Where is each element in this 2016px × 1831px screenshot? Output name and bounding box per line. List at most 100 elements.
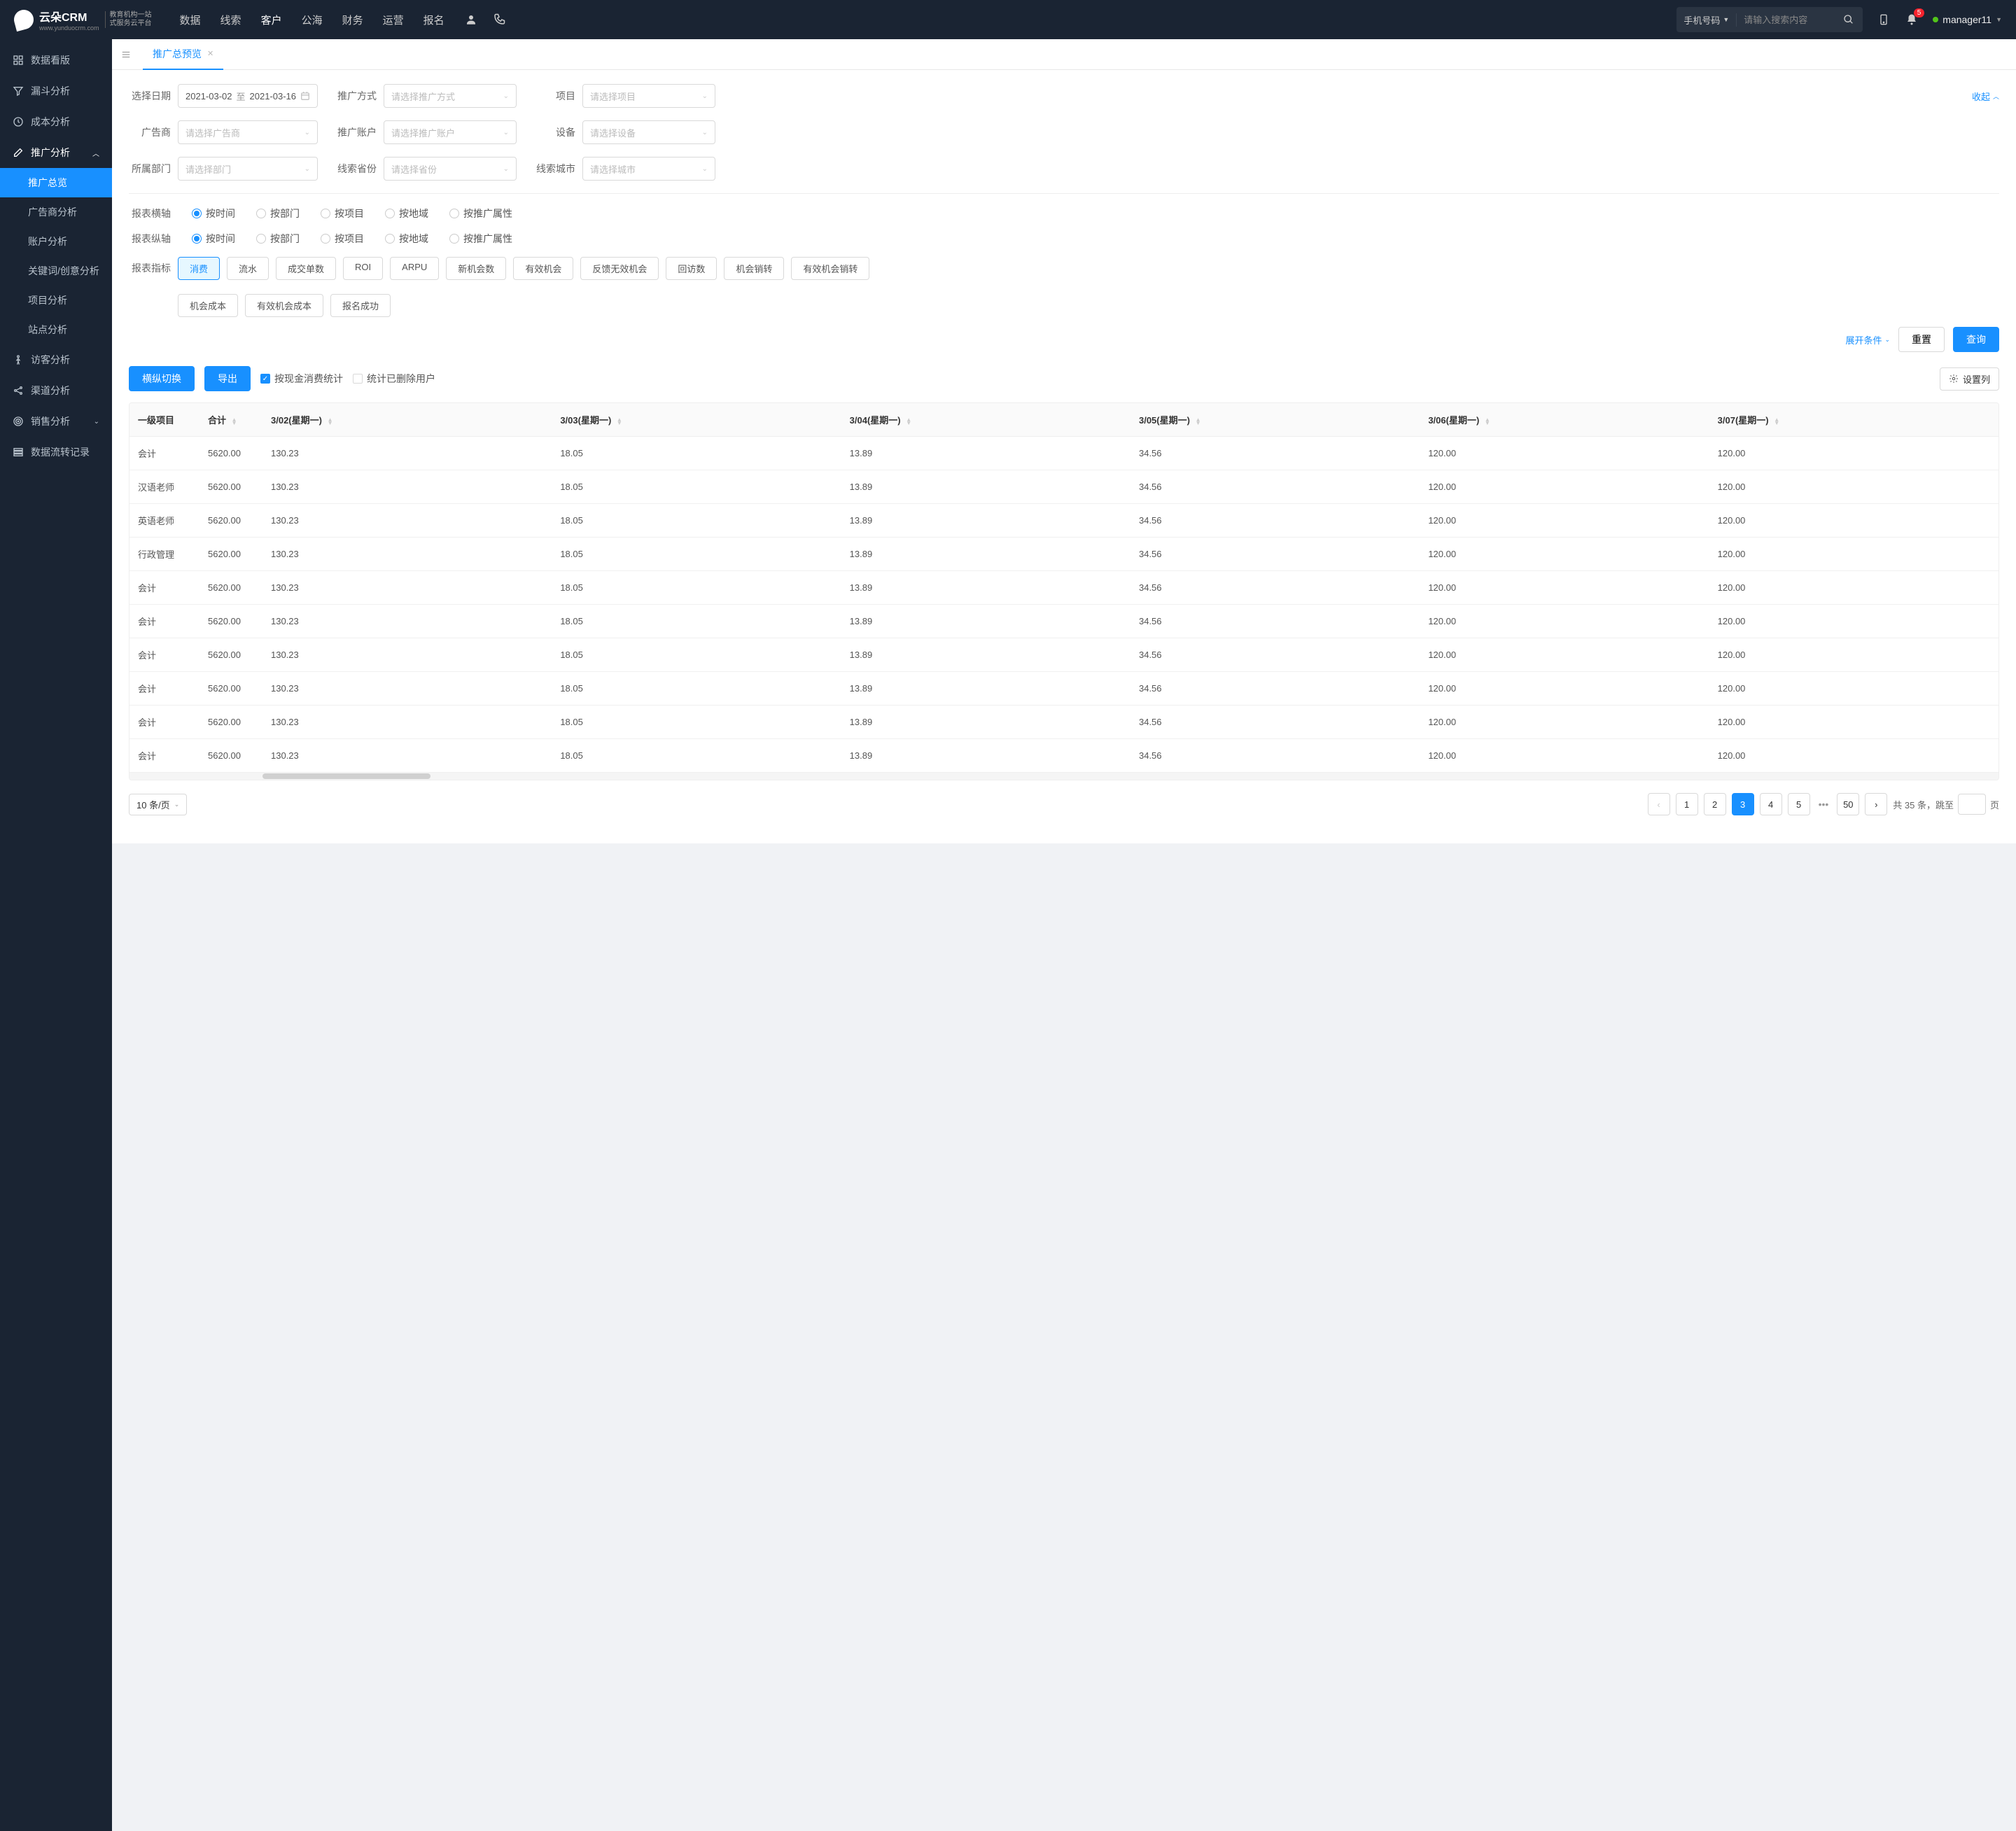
page-1[interactable]: 1 (1676, 793, 1698, 815)
project-select[interactable]: 请选择项目 ⌄ (582, 84, 715, 108)
sort-icon[interactable]: ▲▼ (1196, 418, 1201, 425)
metric-tag-11[interactable]: 机会成本 (178, 294, 238, 317)
cash-stat-checkbox[interactable]: ✓ 按现金消费统计 (260, 372, 343, 386)
v-axis-radio-0[interactable]: 按时间 (192, 232, 235, 246)
sidebar-item-4[interactable]: 访客分析 (0, 344, 112, 375)
user-icon[interactable] (464, 13, 478, 27)
sort-icon[interactable]: ▲▼ (328, 418, 333, 425)
advertiser-select[interactable]: 请选择广告商 ⌄ (178, 120, 318, 144)
v-axis-radio-4[interactable]: 按推广属性 (449, 232, 512, 246)
sidebar-subitem-3-2[interactable]: 账户分析 (28, 227, 112, 256)
sidebar-subitem-3-5[interactable]: 站点分析 (28, 315, 112, 344)
sidebar-subitem-3-4[interactable]: 项目分析 (28, 286, 112, 315)
page-5[interactable]: 5 (1788, 793, 1810, 815)
v-axis-radio-1[interactable]: 按部门 (256, 232, 300, 246)
province-select[interactable]: 请选择省份 ⌄ (384, 157, 517, 181)
prev-page-button[interactable]: ‹ (1648, 793, 1670, 815)
tab-promotion-overview[interactable]: 推广总预览 ✕ (143, 39, 223, 70)
th-date-4[interactable]: 3/06(星期一) ▲▼ (1420, 403, 1709, 437)
sort-icon[interactable]: ▲▼ (906, 418, 911, 425)
th-total[interactable]: 合计 ▲▼ (200, 403, 262, 437)
method-select[interactable]: 请选择推广方式 ⌄ (384, 84, 517, 108)
page-jump-input[interactable] (1958, 794, 1986, 815)
mobile-icon[interactable] (1877, 13, 1891, 27)
nav-item-6[interactable]: 报名 (424, 13, 444, 27)
logo[interactable]: 云朵CRM www.yunduocrm.com 教育机构一站 式服务云平台 (14, 8, 152, 31)
page-2[interactable]: 2 (1704, 793, 1726, 815)
phone-icon[interactable] (492, 13, 506, 27)
sidebar-subitem-3-1[interactable]: 广告商分析 (28, 197, 112, 227)
h-axis-radio-4[interactable]: 按推广属性 (449, 206, 512, 220)
nav-item-5[interactable]: 运营 (383, 13, 404, 27)
metric-tag-13[interactable]: 报名成功 (330, 294, 391, 317)
th-date-0[interactable]: 3/02(星期一) ▲▼ (262, 403, 552, 437)
close-icon[interactable]: ✕ (207, 49, 214, 58)
th-date-2[interactable]: 3/04(星期一) ▲▼ (841, 403, 1130, 437)
sidebar-item-2[interactable]: 成本分析 (0, 106, 112, 137)
query-button[interactable]: 查询 (1953, 327, 1999, 352)
nav-item-4[interactable]: 财务 (342, 13, 363, 27)
page-last[interactable]: 50 (1837, 793, 1859, 815)
sort-icon[interactable]: ▲▼ (617, 418, 622, 425)
nav-item-3[interactable]: 公海 (302, 13, 323, 27)
metric-tag-7[interactable]: 反馈无效机会 (580, 257, 659, 280)
th-date-3[interactable]: 3/05(星期一) ▲▼ (1130, 403, 1420, 437)
sort-icon[interactable]: ▲▼ (1485, 418, 1490, 425)
search-button[interactable] (1835, 14, 1863, 25)
h-axis-radio-2[interactable]: 按项目 (321, 206, 364, 220)
h-axis-radio-3[interactable]: 按地域 (385, 206, 428, 220)
metric-tag-0[interactable]: 消费 (178, 257, 220, 280)
dept-select[interactable]: 请选择部门 ⌄ (178, 157, 318, 181)
page-size-select[interactable]: 10 条/页 ⌄ (129, 794, 187, 815)
city-select[interactable]: 请选择城市 ⌄ (582, 157, 715, 181)
page-3[interactable]: 3 (1732, 793, 1754, 815)
horizontal-scrollbar[interactable] (130, 773, 1998, 780)
notifications-button[interactable]: 5 (1905, 13, 1919, 27)
search-input[interactable] (1737, 15, 1835, 25)
metric-tag-4[interactable]: ARPU (390, 257, 439, 280)
th-first[interactable]: 一级项目 (130, 403, 200, 437)
device-select[interactable]: 请选择设备 ⌄ (582, 120, 715, 144)
sidebar-item-0[interactable]: 数据看版 (0, 45, 112, 76)
sidebar-subitem-3-3[interactable]: 关键词/创意分析 (28, 256, 112, 286)
nav-item-1[interactable]: 线索 (220, 13, 241, 27)
metric-tag-12[interactable]: 有效机会成本 (245, 294, 323, 317)
sidebar-item-1[interactable]: 漏斗分析 (0, 76, 112, 106)
account-select[interactable]: 请选择推广账户 ⌄ (384, 120, 517, 144)
metric-tag-10[interactable]: 有效机会销转 (791, 257, 869, 280)
date-range-picker[interactable]: 2021-03-02 至 2021-03-16 (178, 84, 318, 108)
swap-axes-button[interactable]: 横纵切换 (129, 366, 195, 391)
h-axis-radio-1[interactable]: 按部门 (256, 206, 300, 220)
nav-item-0[interactable]: 数据 (180, 13, 201, 27)
metric-tag-1[interactable]: 流水 (227, 257, 269, 280)
metric-tag-9[interactable]: 机会销转 (724, 257, 784, 280)
sort-icon[interactable]: ▲▼ (1774, 418, 1779, 425)
user-menu[interactable]: manager11 ▼ (1933, 14, 2002, 25)
sort-icon[interactable]: ▲▼ (232, 418, 237, 425)
metric-tag-3[interactable]: ROI (343, 257, 383, 280)
h-axis-radio-0[interactable]: 按时间 (192, 206, 235, 220)
page-4[interactable]: 4 (1760, 793, 1782, 815)
th-date-1[interactable]: 3/03(星期一) ▲▼ (552, 403, 841, 437)
column-settings-button[interactable]: 设置列 (1940, 367, 1999, 391)
sidebar-subitem-3-0[interactable]: 推广总览 (0, 168, 112, 197)
expand-conditions-button[interactable]: 展开条件 ⌄ (1845, 333, 1890, 346)
sidebar-item-7[interactable]: 数据流转记录 (0, 437, 112, 468)
metric-tag-5[interactable]: 新机会数 (446, 257, 506, 280)
metric-tag-2[interactable]: 成交单数 (276, 257, 336, 280)
sidebar-item-5[interactable]: 渠道分析 (0, 375, 112, 406)
reset-button[interactable]: 重置 (1898, 327, 1945, 352)
deleted-users-checkbox[interactable]: 统计已删除用户 (353, 372, 435, 386)
v-axis-radio-2[interactable]: 按项目 (321, 232, 364, 246)
metric-tag-6[interactable]: 有效机会 (513, 257, 573, 280)
scrollbar-thumb[interactable] (262, 773, 430, 779)
collapse-filters-button[interactable]: 收起 ︿ (1972, 90, 1999, 103)
nav-item-2[interactable]: 客户 (261, 13, 282, 27)
sidebar-item-6[interactable]: 销售分析⌄ (0, 406, 112, 437)
v-axis-radio-3[interactable]: 按地域 (385, 232, 428, 246)
sidebar-toggle-button[interactable] (120, 50, 132, 59)
next-page-button[interactable]: › (1865, 793, 1887, 815)
metric-tag-8[interactable]: 回访数 (666, 257, 717, 280)
th-date-5[interactable]: 3/07(星期一) ▲▼ (1709, 403, 1998, 437)
sidebar-item-3[interactable]: 推广分析︿ (0, 137, 112, 168)
